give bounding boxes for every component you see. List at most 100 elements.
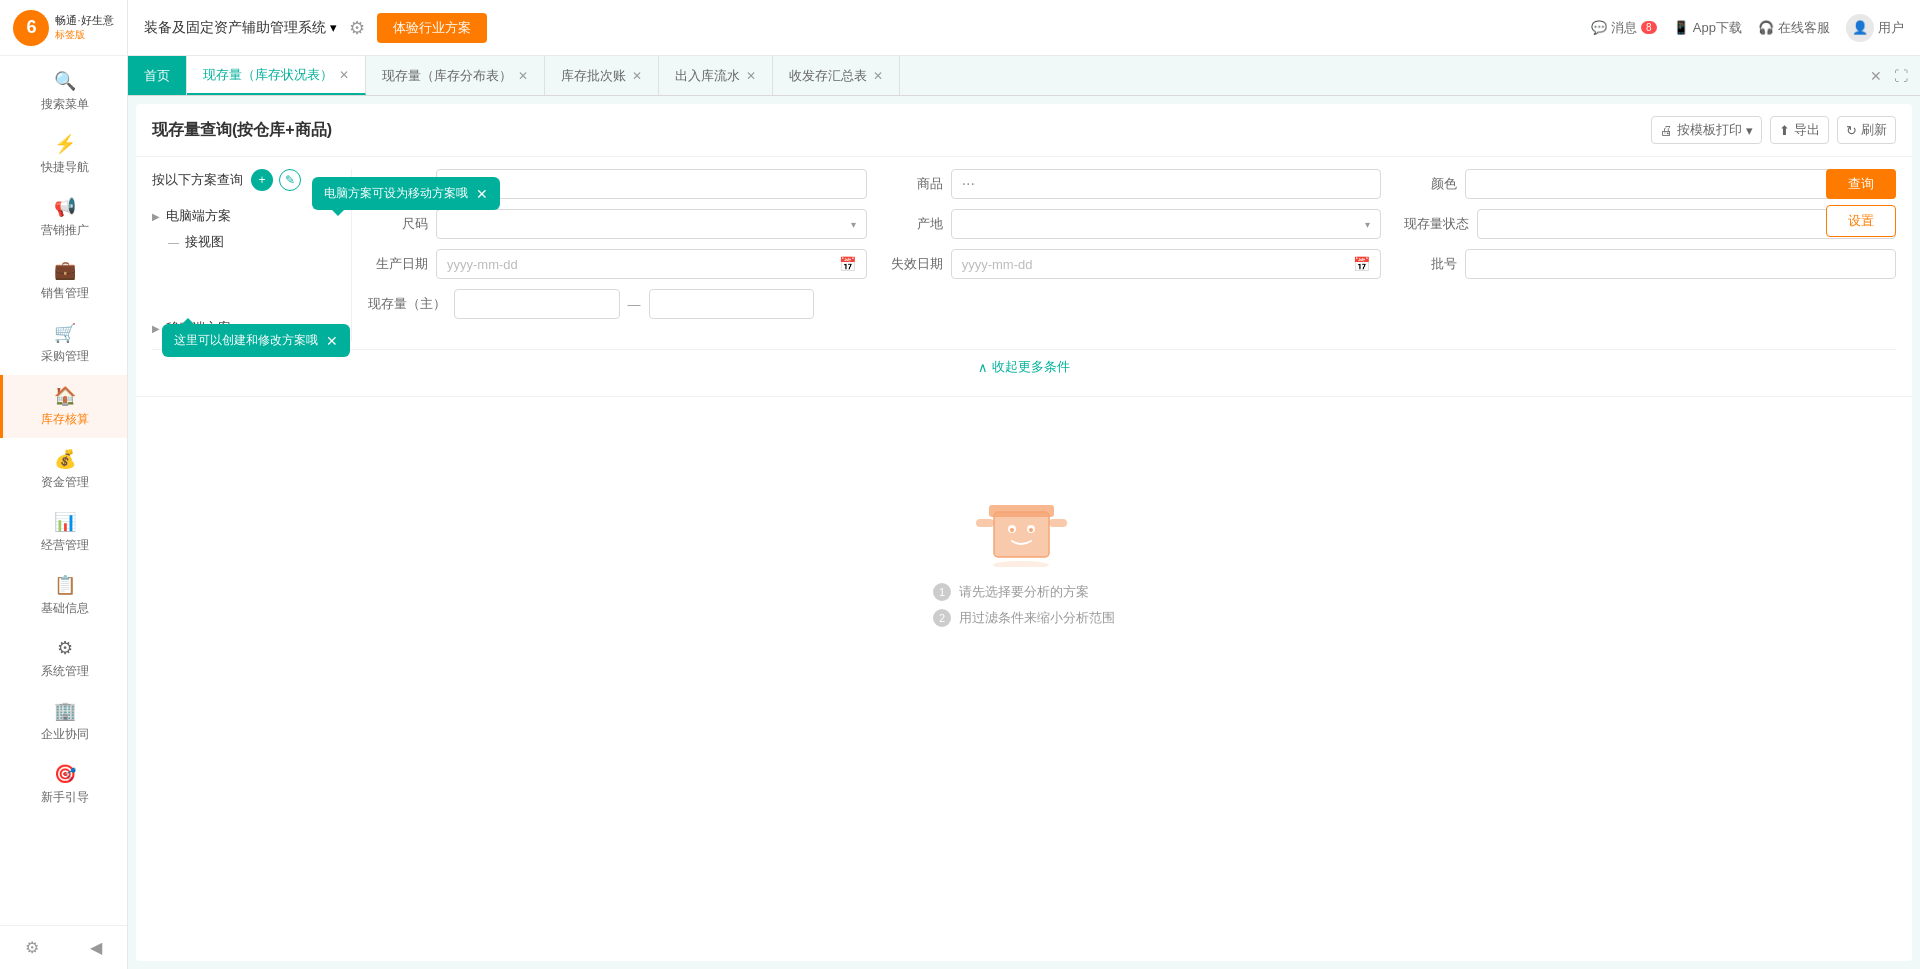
tooltip-create-scheme: 这里可以创建和修改方案哦 ✕ bbox=[162, 324, 350, 357]
sidebar-item-purchase[interactable]: 🛒 采购管理 bbox=[0, 312, 127, 375]
produce-date-input[interactable]: yyyy-mm-dd 📅 bbox=[436, 249, 867, 279]
step-1-num: 1 bbox=[933, 583, 951, 601]
svg-rect-0 bbox=[994, 512, 1049, 557]
logo-subtitle: 标签版 bbox=[55, 28, 113, 42]
tab-inventory-status-close[interactable]: ✕ bbox=[339, 68, 349, 82]
sidebar: 6 畅通·好生意 标签版 🔍 搜索菜单 ⚡ 快捷导航 📢 营销推广 💼 销售管理… bbox=[0, 0, 128, 969]
tab-maximize-icon[interactable]: ⛶ bbox=[1890, 64, 1912, 88]
basic-info-icon: 📋 bbox=[54, 574, 76, 596]
tab-receive-summary-close[interactable]: ✕ bbox=[873, 69, 883, 83]
tab-inventory-dist-close[interactable]: ✕ bbox=[518, 69, 528, 83]
empty-state: 1 请先选择要分析的方案 2 用过滤条件来缩小分析范围 bbox=[136, 397, 1912, 711]
sidebar-settings-icon[interactable]: ⚙ bbox=[25, 938, 39, 957]
message-item[interactable]: 💬 消息 8 bbox=[1591, 19, 1657, 37]
empty-icon bbox=[974, 477, 1074, 567]
sidebar-item-sales[interactable]: 💼 销售管理 bbox=[0, 249, 127, 312]
size-input[interactable]: ▾ bbox=[436, 209, 867, 239]
stock-main-from[interactable] bbox=[454, 289, 620, 319]
sidebar-item-finance[interactable]: 💰 资金管理 bbox=[0, 438, 127, 501]
tooltip-1-close[interactable]: ✕ bbox=[476, 186, 488, 202]
step-2-num: 2 bbox=[933, 609, 951, 627]
tab-inout-flow[interactable]: 出入库流水 ✕ bbox=[659, 56, 773, 95]
sidebar-label-enterprise: 企业协同 bbox=[41, 726, 89, 743]
origin-label: 产地 bbox=[883, 215, 943, 233]
message-icon: 💬 bbox=[1591, 20, 1607, 35]
refresh-button[interactable]: ↻ 刷新 bbox=[1837, 116, 1896, 144]
sales-icon: 💼 bbox=[54, 259, 76, 281]
step-1-text: 请先选择要分析的方案 bbox=[959, 579, 1089, 605]
search-button[interactable]: 查询 bbox=[1826, 169, 1896, 199]
tab-receive-summary[interactable]: 收发存汇总表 ✕ bbox=[773, 56, 900, 95]
user-avatar: 👤 bbox=[1846, 14, 1874, 42]
tooltip-2-close[interactable]: ✕ bbox=[326, 333, 338, 349]
collapse-label: 收起更多条件 bbox=[992, 358, 1070, 376]
origin-field: 产地 ▾ bbox=[883, 209, 1382, 239]
svg-point-6 bbox=[1029, 528, 1033, 532]
expire-date-input[interactable]: yyyy-mm-dd 📅 bbox=[951, 249, 1382, 279]
svg-rect-8 bbox=[1049, 519, 1067, 527]
batch-no-field: 批号 bbox=[1397, 249, 1896, 279]
tab-close-all-icon[interactable]: ✕ bbox=[1866, 64, 1886, 88]
sidebar-label-basic-info: 基础信息 bbox=[41, 600, 89, 617]
system-name-select[interactable]: 装备及固定资产辅助管理系统 ▾ bbox=[144, 19, 337, 37]
sidebar-item-basic-info[interactable]: 📋 基础信息 bbox=[0, 564, 127, 627]
header-left: 装备及固定资产辅助管理系统 ▾ ⚙ 体验行业方案 bbox=[144, 13, 487, 43]
export-button[interactable]: ⬆ 导出 bbox=[1770, 116, 1829, 144]
stock-main-sep: — bbox=[628, 297, 641, 312]
app-download-label: App下载 bbox=[1693, 19, 1742, 37]
online-service-item[interactable]: 🎧 在线客服 bbox=[1758, 19, 1830, 37]
settings-icon[interactable]: ⚙ bbox=[349, 17, 365, 39]
empty-step-1: 1 请先选择要分析的方案 bbox=[933, 579, 1115, 605]
sidebar-item-system[interactable]: ⚙ 系统管理 bbox=[0, 627, 127, 690]
system-name-dropdown-icon: ▾ bbox=[330, 20, 337, 35]
message-badge: 8 bbox=[1641, 21, 1657, 34]
user-item[interactable]: 👤 用户 bbox=[1846, 14, 1904, 42]
batch-no-input[interactable] bbox=[1465, 249, 1896, 279]
pc-scheme-section: ▶ 电脑端方案 — 接视图 bbox=[152, 203, 343, 255]
app-download-item[interactable]: 📱 App下载 bbox=[1673, 19, 1742, 37]
svg-point-5 bbox=[1010, 528, 1014, 532]
sidebar-item-enterprise[interactable]: 🏢 企业协同 bbox=[0, 690, 127, 753]
pc-item-view-label: 接视图 bbox=[185, 233, 224, 251]
stock-main-to[interactable] bbox=[649, 289, 815, 319]
origin-input[interactable]: ▾ bbox=[951, 209, 1382, 239]
user-label: 用户 bbox=[1878, 19, 1904, 37]
industry-plan-button[interactable]: 体验行业方案 bbox=[377, 13, 487, 43]
collapse-button[interactable]: ∧ 收起更多条件 bbox=[152, 349, 1896, 384]
expire-date-calendar-icon[interactable]: 📅 bbox=[1353, 256, 1370, 272]
goods-input[interactable]: ··· bbox=[951, 169, 1382, 199]
goods-label: 商品 bbox=[883, 175, 943, 193]
tab-inventory-status[interactable]: 现存量（库存状况表） ✕ bbox=[187, 56, 366, 95]
warehouse-input[interactable]: ··· bbox=[436, 169, 867, 199]
tab-home-label: 首页 bbox=[144, 67, 170, 85]
sidebar-item-marketing[interactable]: 📢 营销推广 bbox=[0, 186, 127, 249]
sidebar-item-operations[interactable]: 📊 经营管理 bbox=[0, 501, 127, 564]
add-scheme-button[interactable]: + bbox=[251, 169, 273, 191]
sidebar-label-search: 搜索菜单 bbox=[41, 96, 89, 113]
page-actions: 🖨 按模板打印 ▾ ⬆ 导出 ↻ 刷新 bbox=[1651, 116, 1896, 144]
produce-date-calendar-icon[interactable]: 📅 bbox=[839, 256, 856, 272]
logo-icon: 6 bbox=[13, 10, 49, 46]
edit-scheme-button[interactable]: ✎ bbox=[279, 169, 301, 191]
tab-home[interactable]: 首页 bbox=[128, 56, 187, 95]
tab-inout-flow-close[interactable]: ✕ bbox=[746, 69, 756, 83]
scheme-item-view[interactable]: — 接视图 bbox=[168, 229, 343, 255]
top-header: 装备及固定资产辅助管理系统 ▾ ⚙ 体验行业方案 💬 消息 8 📱 App下载 … bbox=[128, 0, 1920, 56]
page-header: 现存量查询(按仓库+商品) 🖨 按模板打印 ▾ ⬆ 导出 ↻ 刷新 bbox=[136, 104, 1912, 157]
print-label: 按模板打印 bbox=[1677, 121, 1742, 139]
tab-batch-ledger-close[interactable]: ✕ bbox=[632, 69, 642, 83]
filter-row-1: 仓库 ··· 商品 ··· bbox=[368, 169, 1896, 199]
print-button[interactable]: 🖨 按模板打印 ▾ bbox=[1651, 116, 1762, 144]
tab-inout-flow-label: 出入库流水 bbox=[675, 67, 740, 85]
tab-inventory-dist[interactable]: 现存量（库存分布表） ✕ bbox=[366, 56, 545, 95]
reset-button[interactable]: 设置 bbox=[1826, 205, 1896, 237]
sidebar-item-search[interactable]: 🔍 搜索菜单 bbox=[0, 60, 127, 123]
sidebar-collapse-icon[interactable]: ◀ bbox=[90, 938, 102, 957]
sidebar-item-guide[interactable]: 🎯 新手引导 bbox=[0, 753, 127, 816]
sidebar-item-inventory[interactable]: 🏠 库存核算 bbox=[0, 375, 127, 438]
color-label: 颜色 bbox=[1397, 175, 1457, 193]
produce-date-label: 生产日期 bbox=[368, 255, 428, 273]
sidebar-item-quick-nav[interactable]: ⚡ 快捷导航 bbox=[0, 123, 127, 186]
expire-date-label: 失效日期 bbox=[883, 255, 943, 273]
tab-batch-ledger[interactable]: 库存批次账 ✕ bbox=[545, 56, 659, 95]
